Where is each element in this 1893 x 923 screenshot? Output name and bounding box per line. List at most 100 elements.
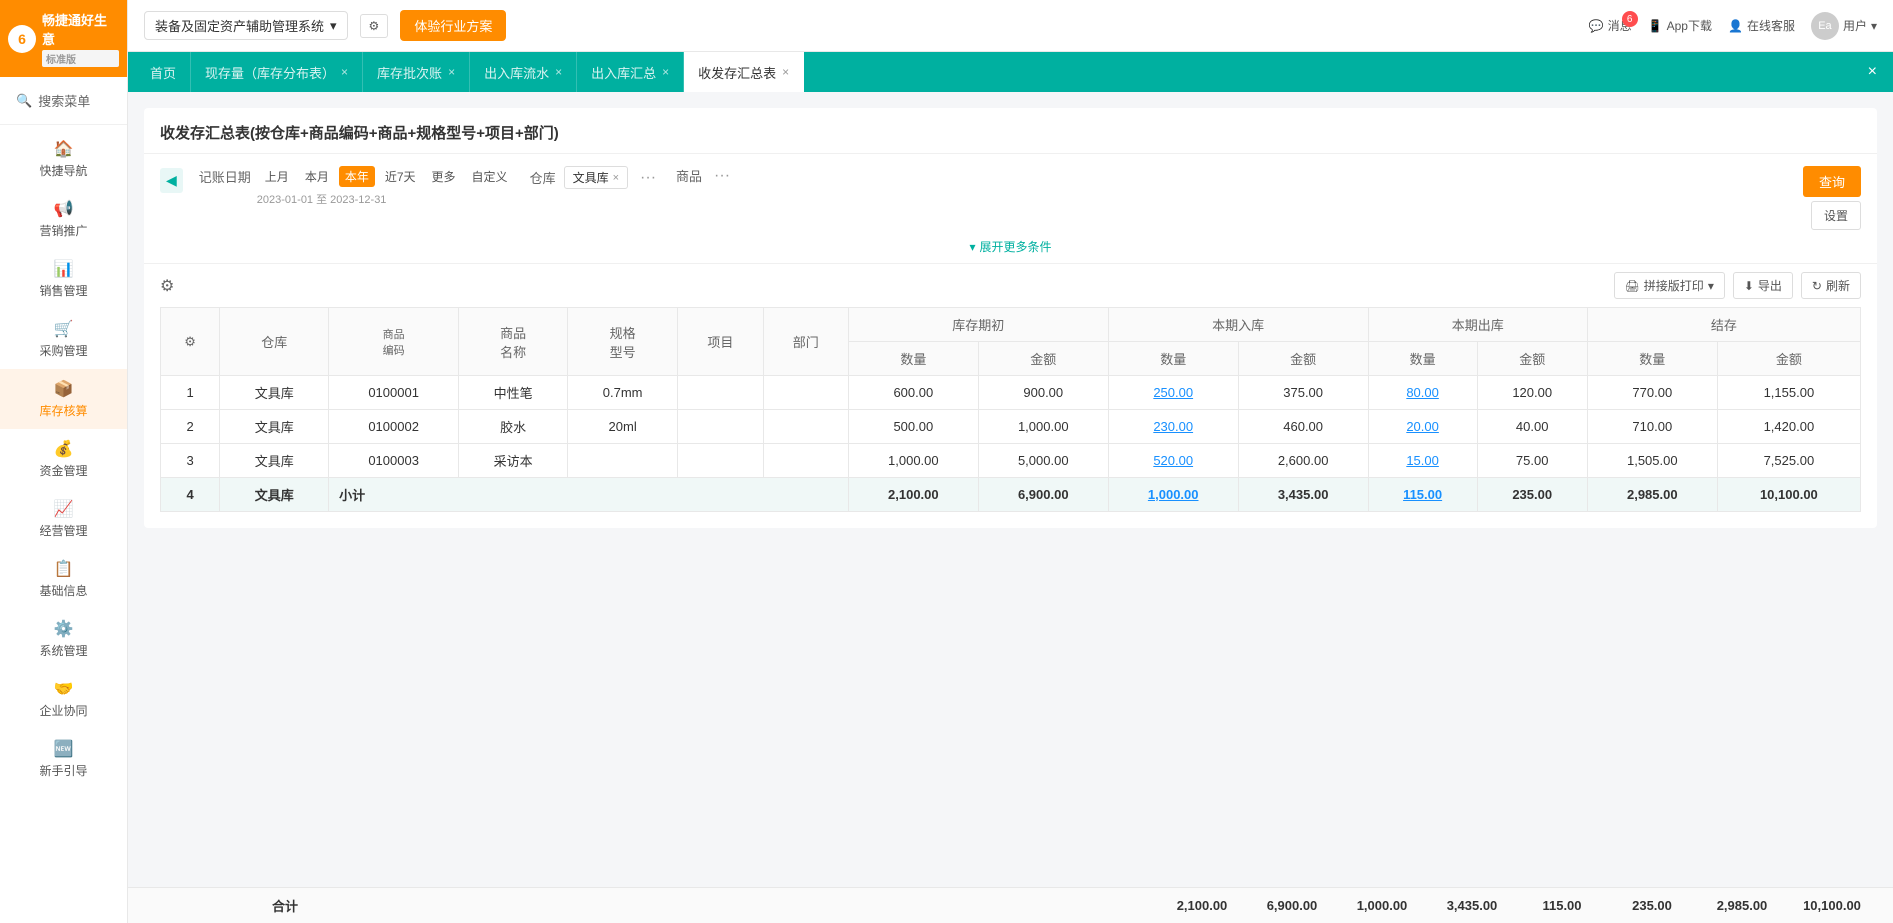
refresh-icon: ↻: [1812, 279, 1822, 293]
marketing-icon: 📢: [54, 199, 74, 219]
subtotal-in-qty[interactable]: 1,000.00: [1108, 478, 1238, 512]
footer-open-qty: 2,100.00: [1157, 898, 1247, 913]
warehouse-filter-label: 仓库: [530, 168, 556, 187]
refresh-btn[interactable]: ↻ 刷新: [1801, 272, 1861, 299]
app-download-btn[interactable]: 📱 App下载: [1648, 17, 1712, 34]
print-icon: 🖨: [1625, 279, 1640, 293]
date-btn-this-month[interactable]: 本月: [299, 166, 335, 187]
row1-in-qty[interactable]: 250.00: [1108, 376, 1238, 410]
tab-flow[interactable]: 出入库流水 ×: [470, 52, 577, 92]
online-service-btn[interactable]: 👤 在线客服: [1728, 17, 1795, 34]
tab-close-flow[interactable]: ×: [555, 65, 562, 79]
footer-in-amt: 3,435.00: [1427, 898, 1517, 913]
date-btn-7days[interactable]: 近7天: [379, 166, 422, 187]
page-header: 收发存汇总表(按仓库+商品编码+商品+规格型号+项目+部门): [144, 108, 1877, 154]
row3-in-qty[interactable]: 520.00: [1108, 444, 1238, 478]
export-btn[interactable]: ⬇ 导出: [1733, 272, 1793, 299]
sidebar-item-guide[interactable]: 🆕 新手引导: [0, 729, 127, 789]
operation-icon: 📈: [54, 499, 74, 519]
subtotal-out-qty[interactable]: 115.00: [1368, 478, 1477, 512]
date-filter-buttons: 上月 本月 本年 近7天 更多 自定义: [259, 166, 514, 187]
subtotal-open-qty: 2,100.00: [848, 478, 978, 512]
message-btn[interactable]: 💬 消息 6: [1589, 17, 1632, 34]
settings-btn[interactable]: 设置: [1811, 201, 1861, 230]
tab-summary[interactable]: 出入库汇总 ×: [577, 52, 684, 92]
col-close-amt: 金额: [1717, 342, 1860, 376]
gear-settings-btn[interactable]: ⚙: [360, 14, 389, 38]
filter-right-actions: 查询 设置: [1803, 166, 1861, 230]
sidebar-item-purchase[interactable]: 🛒 采购管理: [0, 309, 127, 369]
goods-more-btn[interactable]: ···: [710, 167, 734, 185]
finance-icon: 💰: [54, 439, 74, 459]
tab-close-stock-dist[interactable]: ×: [341, 65, 348, 79]
sidebar-item-quick-nav[interactable]: 🏠 快捷导航: [0, 129, 127, 189]
goods-filter-label: 商品: [676, 166, 702, 185]
subtotal-row: 4 文具库 小计 2,100.00 6,900.00 1,000.00 3,43…: [161, 478, 1861, 512]
sidebar-item-inventory[interactable]: 📦 库存核算: [0, 369, 127, 429]
col-close-qty: 数量: [1587, 342, 1717, 376]
sidebar-item-sales[interactable]: 📊 销售管理: [0, 249, 127, 309]
home-icon: 🏠: [54, 139, 74, 159]
service-icon: 👤: [1728, 19, 1743, 33]
warehouse-remove-btn[interactable]: ×: [613, 172, 619, 184]
tab-home[interactable]: 首页: [136, 52, 191, 92]
date-btn-last-month[interactable]: 上月: [259, 166, 295, 187]
tab-stock-dist[interactable]: 现存量（库存分布表） ×: [191, 52, 363, 92]
row2-name: 胶水: [459, 410, 568, 444]
tab-close-recv-send[interactable]: ×: [782, 65, 789, 79]
row3-name: 采访本: [459, 444, 568, 478]
sidebar-item-finance[interactable]: 💰 资金管理: [0, 429, 127, 489]
date-btn-more[interactable]: 更多: [426, 166, 462, 187]
row1-out-qty[interactable]: 80.00: [1368, 376, 1477, 410]
tab-close-summary[interactable]: ×: [662, 65, 669, 79]
sidebar-item-basic[interactable]: 📋 基础信息: [0, 549, 127, 609]
chevron-down-icon: ▾: [330, 18, 337, 34]
search-menu-button[interactable]: 🔍 搜索菜单: [8, 85, 119, 116]
row3-dept: [763, 444, 848, 478]
print-btn[interactable]: 🖨 拼接版打印 ▾: [1614, 272, 1725, 299]
col-opening-header: 库存期初: [848, 308, 1108, 342]
tab-close-batch[interactable]: ×: [448, 65, 455, 79]
row2-out-qty[interactable]: 20.00: [1368, 410, 1477, 444]
tab-recv-send[interactable]: 收发存汇总表 ×: [684, 52, 804, 92]
topbar: 装备及固定资产辅助管理系统 ▾ ⚙ 体验行业方案 💬 消息 6 📱 App下载 …: [128, 0, 1893, 52]
user-menu[interactable]: Ea 用户 ▾: [1811, 12, 1877, 40]
table-gear-btn[interactable]: ⚙: [160, 276, 174, 296]
sidebar-item-marketing[interactable]: 📢 营销推广: [0, 189, 127, 249]
row1-open-qty: 600.00: [848, 376, 978, 410]
query-btn[interactable]: 查询: [1803, 166, 1861, 197]
date-filter-label: 记账日期: [199, 167, 251, 186]
date-btn-custom[interactable]: 自定义: [466, 166, 514, 187]
row2-in-qty[interactable]: 230.00: [1108, 410, 1238, 444]
expand-down-icon: ▾: [969, 240, 975, 254]
row3-out-qty[interactable]: 15.00: [1368, 444, 1477, 478]
row2-dept: [763, 410, 848, 444]
sidebar-item-enterprise[interactable]: 🤝 企业协同: [0, 669, 127, 729]
system-selector[interactable]: 装备及固定资产辅助管理系统 ▾: [144, 11, 348, 40]
row2-warehouse: 文具库: [220, 410, 329, 444]
row3-warehouse: 文具库: [220, 444, 329, 478]
row2-out-amt: 40.00: [1477, 410, 1587, 444]
tabbar: 首页 现存量（库存分布表） × 库存批次账 × 出入库流水 × 出入库汇总 × …: [128, 52, 1893, 92]
table-toolbar: ⚙ 🖨 拼接版打印 ▾ ⬇ 导出 ↻ 刷新: [144, 264, 1877, 307]
row3-project: [678, 444, 763, 478]
sidebar-item-system[interactable]: ⚙️ 系统管理: [0, 609, 127, 669]
warehouse-more-btn[interactable]: ···: [636, 169, 660, 187]
topbar-actions: 💬 消息 6 📱 App下载 👤 在线客服 Ea 用户 ▾: [1589, 12, 1877, 40]
expand-conditions-btn[interactable]: ▾ 展开更多条件: [969, 238, 1051, 255]
basic-icon: 📋: [54, 559, 74, 579]
sidebar-item-operation[interactable]: 📈 经营管理: [0, 489, 127, 549]
row3-out-amt: 75.00: [1477, 444, 1587, 478]
sidebar-nav: 🏠 快捷导航 📢 营销推广 📊 销售管理 🛒 采购管理 📦 库存核算 💰 资金管…: [0, 125, 127, 923]
row2-spec: 20ml: [568, 410, 678, 444]
row1-in-amt: 375.00: [1238, 376, 1368, 410]
row3-index: 3: [161, 444, 220, 478]
col-project-header: 项目: [678, 308, 763, 376]
try-industry-btn[interactable]: 体验行业方案: [400, 10, 506, 41]
date-btn-this-year[interactable]: 本年: [339, 166, 375, 187]
tab-batch[interactable]: 库存批次账 ×: [363, 52, 470, 92]
filter-collapse-btn[interactable]: ◀: [160, 168, 183, 193]
row2-code: 0100002: [329, 410, 459, 444]
col-name-header: 商品名称: [459, 308, 568, 376]
close-all-tabs-btn[interactable]: ×: [1860, 63, 1885, 81]
